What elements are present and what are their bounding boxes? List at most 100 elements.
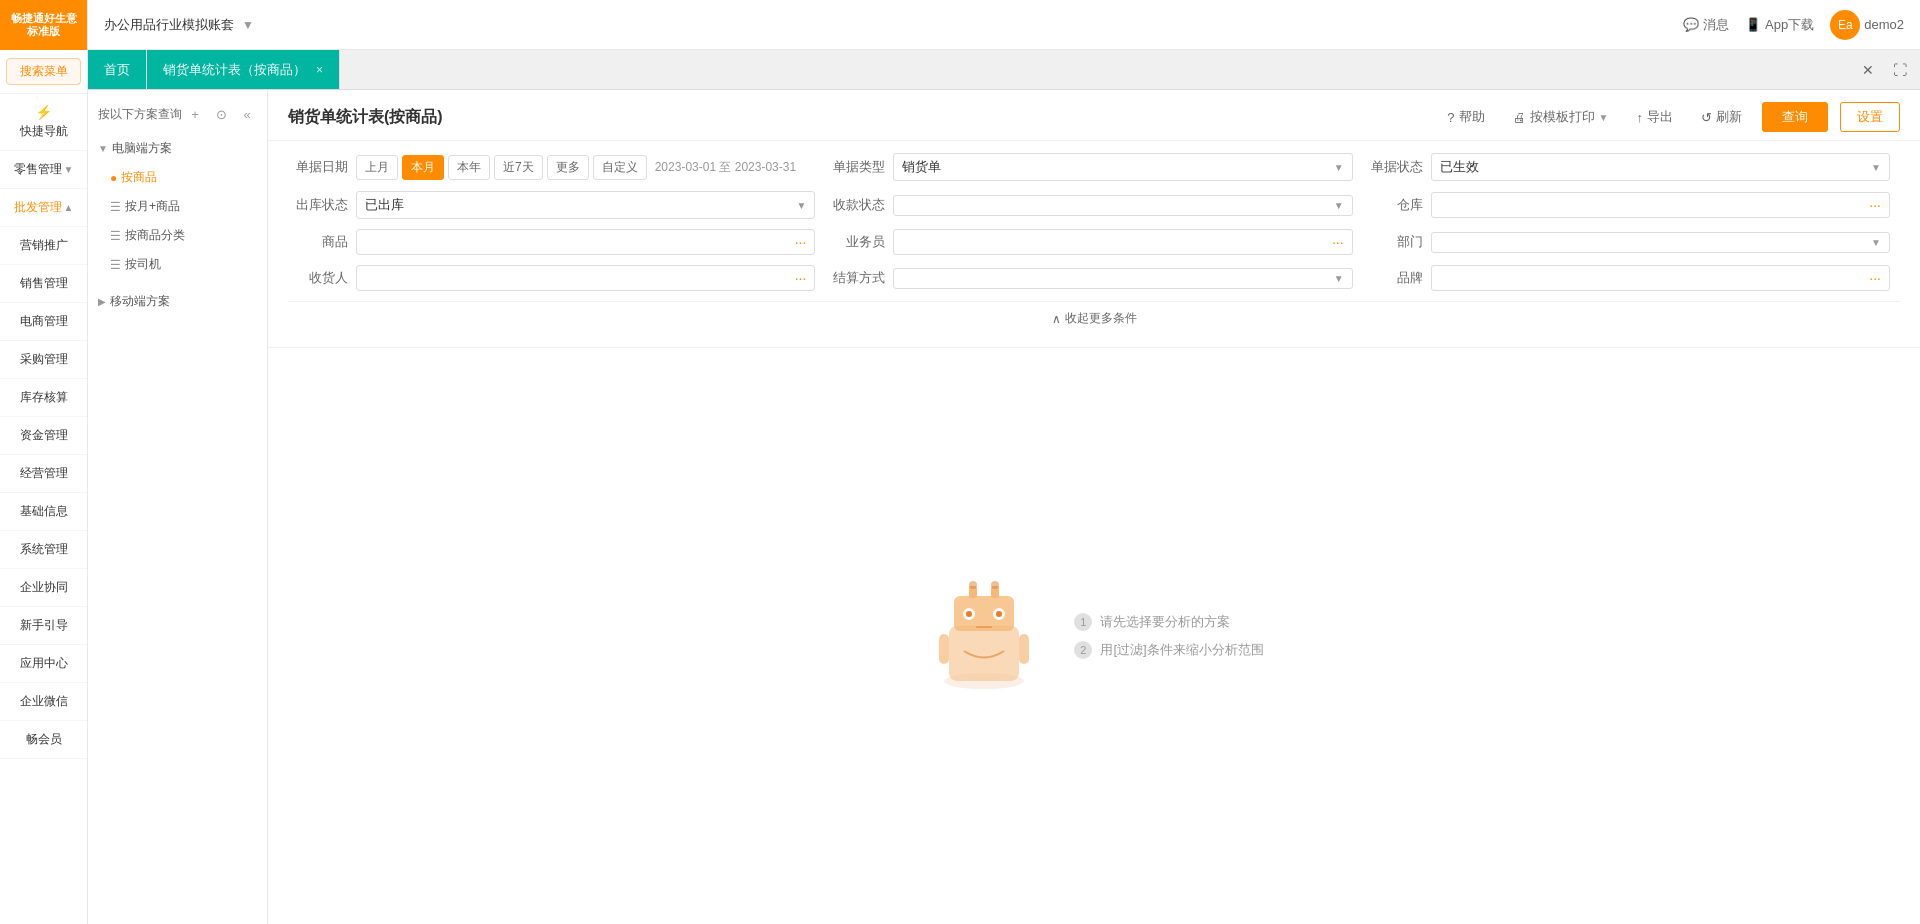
docstatus-arrow-icon: ▼: [1871, 162, 1881, 173]
search-menu-btn[interactable]: 搜索菜单: [6, 58, 81, 85]
warehouse-status-label: 出库状态: [288, 196, 356, 214]
warehouse-status-control: 已出库 ▼: [356, 191, 825, 219]
filter-row3: 商品 ··· 业务员 ···: [288, 229, 1900, 255]
window-expand-btn[interactable]: ⛶: [1888, 58, 1912, 82]
help-btn[interactable]: ? 帮助: [1439, 104, 1492, 130]
sidebar-item-system[interactable]: 系统管理: [0, 531, 87, 569]
app-logo[interactable]: 畅捷通好生意 标准版: [0, 0, 87, 50]
tree-item-by-machine[interactable]: ☰ 按司机: [88, 250, 267, 279]
topbar: 办公用品行业模拟账套 ▼ 💬 消息 📱 App下载 Ea demo2: [88, 0, 1920, 50]
collapse-btn[interactable]: ∧ 收起更多条件: [288, 301, 1900, 335]
svg-rect-2: [954, 596, 1014, 631]
sidebar-item-basic[interactable]: 基础信息: [0, 493, 87, 531]
tip2-num: 2: [1074, 641, 1092, 659]
by-goods-icon: ●: [110, 171, 117, 185]
svg-rect-9: [1019, 634, 1029, 664]
date-btn-custom[interactable]: 自定义: [593, 155, 647, 180]
sidebar-item-finance[interactable]: 资金管理: [0, 417, 87, 455]
dept-select[interactable]: ▼: [1431, 232, 1890, 253]
corp-label: 企业协同: [20, 579, 68, 596]
mobile-section: ▶ 移动端方案: [88, 283, 267, 320]
goods-select[interactable]: ···: [356, 229, 815, 255]
tab-home-label: 首页: [104, 61, 130, 79]
date-btn-this-year[interactable]: 本年: [448, 155, 490, 180]
settle-select[interactable]: ▼: [893, 268, 1352, 289]
panel-header-label: 按以下方案查询: [98, 106, 182, 123]
sidebar-item-ecommerce[interactable]: 电商管理: [0, 303, 87, 341]
collapse-up-icon: ∧: [1052, 312, 1061, 326]
filter-brand-col: 品牌 ···: [1363, 265, 1900, 291]
export-icon: ↑: [1637, 110, 1644, 125]
warehouse-dots-icon[interactable]: ···: [1869, 197, 1881, 213]
sidebar-item-wechat[interactable]: 企业微信: [0, 683, 87, 721]
date-btn-this-month[interactable]: 本月: [402, 155, 444, 180]
sidebar-item-purchase[interactable]: 采购管理: [0, 341, 87, 379]
avatar: Ea: [1830, 10, 1860, 40]
goods-dots-icon[interactable]: ···: [795, 234, 807, 250]
by-month-goods-label: 按月+商品: [125, 198, 180, 215]
expand-icon: ▼: [98, 143, 108, 154]
tree-item-by-category[interactable]: ☰ 按商品分类: [88, 221, 267, 250]
print-label: 按模板打印: [1530, 108, 1595, 126]
help-icon: ?: [1447, 110, 1454, 125]
export-btn[interactable]: ↑ 导出: [1629, 104, 1682, 130]
empty-tip1: 1 请先选择要分析的方案: [1074, 613, 1263, 631]
edit-scheme-btn[interactable]: ⊙: [211, 104, 231, 124]
refresh-icon: ↺: [1701, 110, 1712, 125]
filter-payment-status-col: 收款状态 ▼: [825, 195, 1362, 216]
warehouse-select[interactable]: ···: [1431, 192, 1890, 218]
tip2-text: 用[过滤]条件来缩小分析范围: [1100, 641, 1263, 659]
warehouse-status-select[interactable]: 已出库 ▼: [356, 191, 815, 219]
sidebar-item-guide[interactable]: 新手引导: [0, 607, 87, 645]
doctype-select[interactable]: 销货单 ▼: [893, 153, 1352, 181]
industry-dropdown-icon[interactable]: ▼: [242, 18, 254, 32]
mobile-section-header[interactable]: ▶ 移动端方案: [88, 287, 267, 316]
payment-select[interactable]: ▼: [893, 195, 1352, 216]
user-profile[interactable]: Ea demo2: [1830, 10, 1904, 40]
retail-arrow-icon: ▼: [64, 164, 74, 175]
sidebar-item-retail[interactable]: 零售管理 ▼: [0, 151, 87, 189]
sidebar-item-apps[interactable]: 应用中心: [0, 645, 87, 683]
guide-label: 新手引导: [20, 617, 68, 634]
panel-header-icons: + ⊙ «: [185, 104, 257, 124]
warehouse-status-value: 已出库: [365, 196, 796, 214]
message-btn[interactable]: 💬 消息: [1683, 16, 1729, 34]
tab-close-icon[interactable]: ×: [316, 63, 323, 77]
sidebar-quick-nav[interactable]: ⚡ 快捷导航: [0, 94, 87, 151]
tree-item-by-month-goods[interactable]: ☰ 按月+商品: [88, 192, 267, 221]
sidebar-item-corp[interactable]: 企业协同: [0, 569, 87, 607]
tab-sales-report[interactable]: 销货单统计表（按商品） ×: [147, 50, 340, 89]
finance-label: 资金管理: [20, 427, 68, 444]
query-btn[interactable]: 查询: [1762, 102, 1828, 132]
tree-item-by-goods[interactable]: ● 按商品: [88, 163, 267, 192]
date-btn-last-month[interactable]: 上月: [356, 155, 398, 180]
settings-btn[interactable]: 设置: [1840, 102, 1900, 132]
sidebar-item-wholesale[interactable]: 批发管理 ▲: [0, 189, 87, 227]
add-scheme-btn[interactable]: +: [185, 104, 205, 124]
logo-text: 畅捷通好生意: [11, 12, 77, 25]
main-container: 办公用品行业模拟账套 ▼ 💬 消息 📱 App下载 Ea demo2 首页 销货…: [88, 0, 1920, 924]
sidebar-item-operation[interactable]: 经营管理: [0, 455, 87, 493]
brand-select[interactable]: ···: [1431, 265, 1890, 291]
refresh-btn[interactable]: ↺ 刷新: [1693, 104, 1750, 130]
app-download-btn[interactable]: 📱 App下载: [1745, 16, 1814, 34]
staff-select[interactable]: ···: [893, 229, 1352, 255]
receiver-select[interactable]: ···: [356, 265, 815, 291]
sidebar-item-inventory[interactable]: 库存核算: [0, 379, 87, 417]
print-btn[interactable]: 🖨 按模板打印 ▼: [1505, 104, 1617, 130]
desktop-section-header[interactable]: ▼ 电脑端方案: [88, 134, 267, 163]
date-btn-7days[interactable]: 近7天: [494, 155, 543, 180]
sidebar-item-marketing[interactable]: 营销推广: [0, 227, 87, 265]
purchase-label: 采购管理: [20, 351, 68, 368]
sidebar-item-member[interactable]: 畅会员: [0, 721, 87, 759]
sidebar-item-sales[interactable]: 销售管理: [0, 265, 87, 303]
docstatus-label: 单据状态: [1363, 158, 1431, 176]
brand-dots-icon[interactable]: ···: [1869, 270, 1881, 286]
date-btn-more[interactable]: 更多: [547, 155, 589, 180]
staff-dots-icon[interactable]: ···: [1332, 234, 1344, 250]
receiver-dots-icon[interactable]: ···: [795, 270, 807, 286]
docstatus-select[interactable]: 已生效 ▼: [1431, 153, 1890, 181]
tab-home[interactable]: 首页: [88, 50, 147, 89]
window-close-btn[interactable]: ✕: [1856, 58, 1880, 82]
collapse-panel-btn[interactable]: «: [237, 104, 257, 124]
